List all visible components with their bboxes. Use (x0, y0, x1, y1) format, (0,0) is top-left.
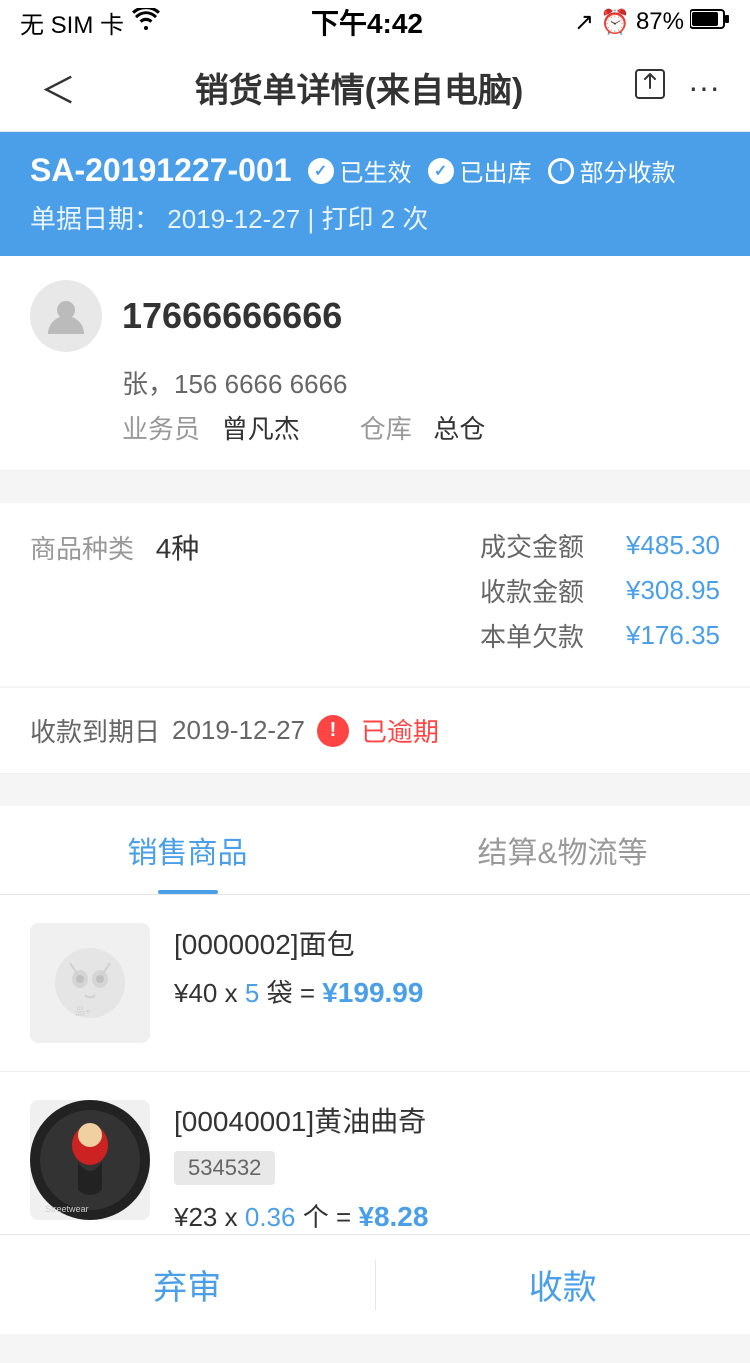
product-name-2: [00040001]黄油曲奇 (174, 1100, 720, 1140)
deal-amount-value: ¥485.30 (600, 530, 720, 561)
product-tag-2: 534532 (174, 1151, 275, 1185)
receipt-amount-value: ¥308.95 (600, 575, 720, 606)
warehouse-value: 总仓 (433, 414, 485, 444)
carrier-label: 无 SIM 卡 (20, 5, 124, 40)
wifi-icon (132, 8, 160, 37)
battery-icon (690, 8, 730, 37)
receipt-amount-row: 收款金额 ¥308.95 (480, 572, 720, 609)
svg-text:Streetwear: Streetwear (45, 1204, 89, 1214)
overdue-text: 已逾期 (361, 712, 439, 749)
avatar (30, 280, 102, 352)
battery-label: 87% (636, 8, 684, 36)
order-banner: SA-20191227-001 已生效 已出库 部分收款 单据日期： 2019-… (0, 132, 750, 256)
svg-text:品+: 品+ (75, 1006, 91, 1018)
check-icon-2 (428, 158, 454, 184)
share-icon[interactable] (632, 66, 668, 110)
deal-amount-row: 成交金额 ¥485.30 (480, 527, 720, 564)
product-name-1: [0000002]面包 (174, 923, 720, 963)
warehouse-label: 仓库 (360, 414, 412, 444)
debt-amount-row: 本单欠款 ¥176.35 (480, 617, 720, 654)
category-label: 商品种类 (30, 534, 134, 564)
back-button[interactable]: ＜ (30, 52, 86, 124)
debt-amount-label: 本单欠款 (480, 617, 584, 654)
status-badge-1: 已生效 (308, 153, 412, 188)
status-time: 下午4:42 (311, 2, 423, 42)
receipt-amount-label: 收款金额 (480, 572, 584, 609)
tab-sales-products[interactable]: 销售商品 (0, 806, 375, 894)
status-badge-2: 已出库 (428, 153, 532, 188)
salesperson-label: 业务员 (122, 414, 200, 444)
tab-settlement[interactable]: 结算&物流等 (375, 806, 750, 894)
more-icon[interactable]: ··· (688, 69, 720, 106)
debt-amount-value: ¥176.35 (600, 620, 720, 651)
customer-sub: 张，156 6666 6666 (122, 364, 720, 401)
due-date-label: 收款到期日 (30, 712, 160, 749)
product-info-1: [0000002]面包 ¥40 x 5 袋 = ¥199.99 (174, 923, 720, 1010)
customer-section: 17666666666 张，156 6666 6666 业务员 曾凡杰 仓库 总… (0, 256, 750, 471)
products-section: 品+ [0000002]面包 ¥40 x 5 袋 = ¥199.99 (0, 895, 750, 1263)
page-title: 销货单详情(来自电脑) (195, 63, 524, 112)
check-icon-1 (308, 158, 334, 184)
tab-underline (158, 890, 218, 894)
category-count: 4种 (156, 533, 200, 564)
cancel-button[interactable]: 弃审 (0, 1235, 375, 1334)
stats-section: 商品种类 4种 成交金额 ¥485.30 收款金额 ¥308.95 本单欠款 ¥… (0, 503, 750, 686)
product-thumb-1: 品+ (30, 923, 150, 1043)
product-total-2: ¥8.28 (358, 1201, 428, 1232)
status-badge-3: 部分收款 (548, 153, 676, 188)
product-price-2: ¥23 x 0.36 个 = ¥8.28 (174, 1197, 720, 1234)
nav-bar: ＜ 销货单详情(来自电脑) ··· (0, 44, 750, 132)
customer-name: 17666666666 (122, 295, 342, 337)
overdue-icon: ! (317, 715, 349, 747)
deal-amount-label: 成交金额 (480, 527, 584, 564)
customer-info-row: 业务员 曾凡杰 仓库 总仓 (122, 409, 720, 446)
order-date-row: 单据日期： 2019-12-27 | 打印 2 次 (30, 199, 720, 236)
status-bar: 无 SIM 卡 下午4:42 ↗ ⏰ 87% (0, 0, 750, 44)
order-id: SA-20191227-001 (30, 152, 292, 189)
tabs-bar: 销售商品 结算&物流等 (0, 806, 750, 895)
tabs-section: 销售商品 结算&物流等 (0, 806, 750, 1263)
clock-icon (548, 158, 574, 184)
status-right: ↗ ⏰ 87% (574, 8, 730, 37)
stats-right: 成交金额 ¥485.30 收款金额 ¥308.95 本单欠款 ¥176.35 (480, 527, 720, 662)
product-item: 品+ [0000002]面包 ¥40 x 5 袋 = ¥199.99 (0, 895, 750, 1072)
location-icon: ↗ (574, 8, 594, 37)
due-section: 收款到期日 2019-12-27 ! 已逾期 (0, 688, 750, 774)
confirm-button[interactable]: 收款 (376, 1235, 750, 1334)
due-date-value: 2019-12-27 (172, 715, 305, 746)
product-total-1: ¥199.99 (322, 977, 423, 1008)
divider-1 (0, 471, 750, 487)
divider-2 (0, 774, 750, 790)
bottom-bar: 弃审 收款 (0, 1234, 750, 1334)
product-price-1: ¥40 x 5 袋 = ¥199.99 (174, 973, 720, 1010)
alarm-icon: ⏰ (600, 8, 630, 37)
product-thumb-2: Streetwear (30, 1100, 150, 1220)
salesperson-value: 曾凡杰 (222, 414, 300, 444)
product-qty-1: 5 (245, 978, 259, 1008)
status-left: 无 SIM 卡 (20, 5, 160, 40)
category-row: 商品种类 4种 (30, 527, 199, 567)
product-qty-2: 0.36 (245, 1202, 296, 1232)
nav-actions: ··· (632, 66, 720, 110)
product-info-2: [00040001]黄油曲奇 534532 ¥23 x 0.36 个 = ¥8.… (174, 1100, 720, 1234)
